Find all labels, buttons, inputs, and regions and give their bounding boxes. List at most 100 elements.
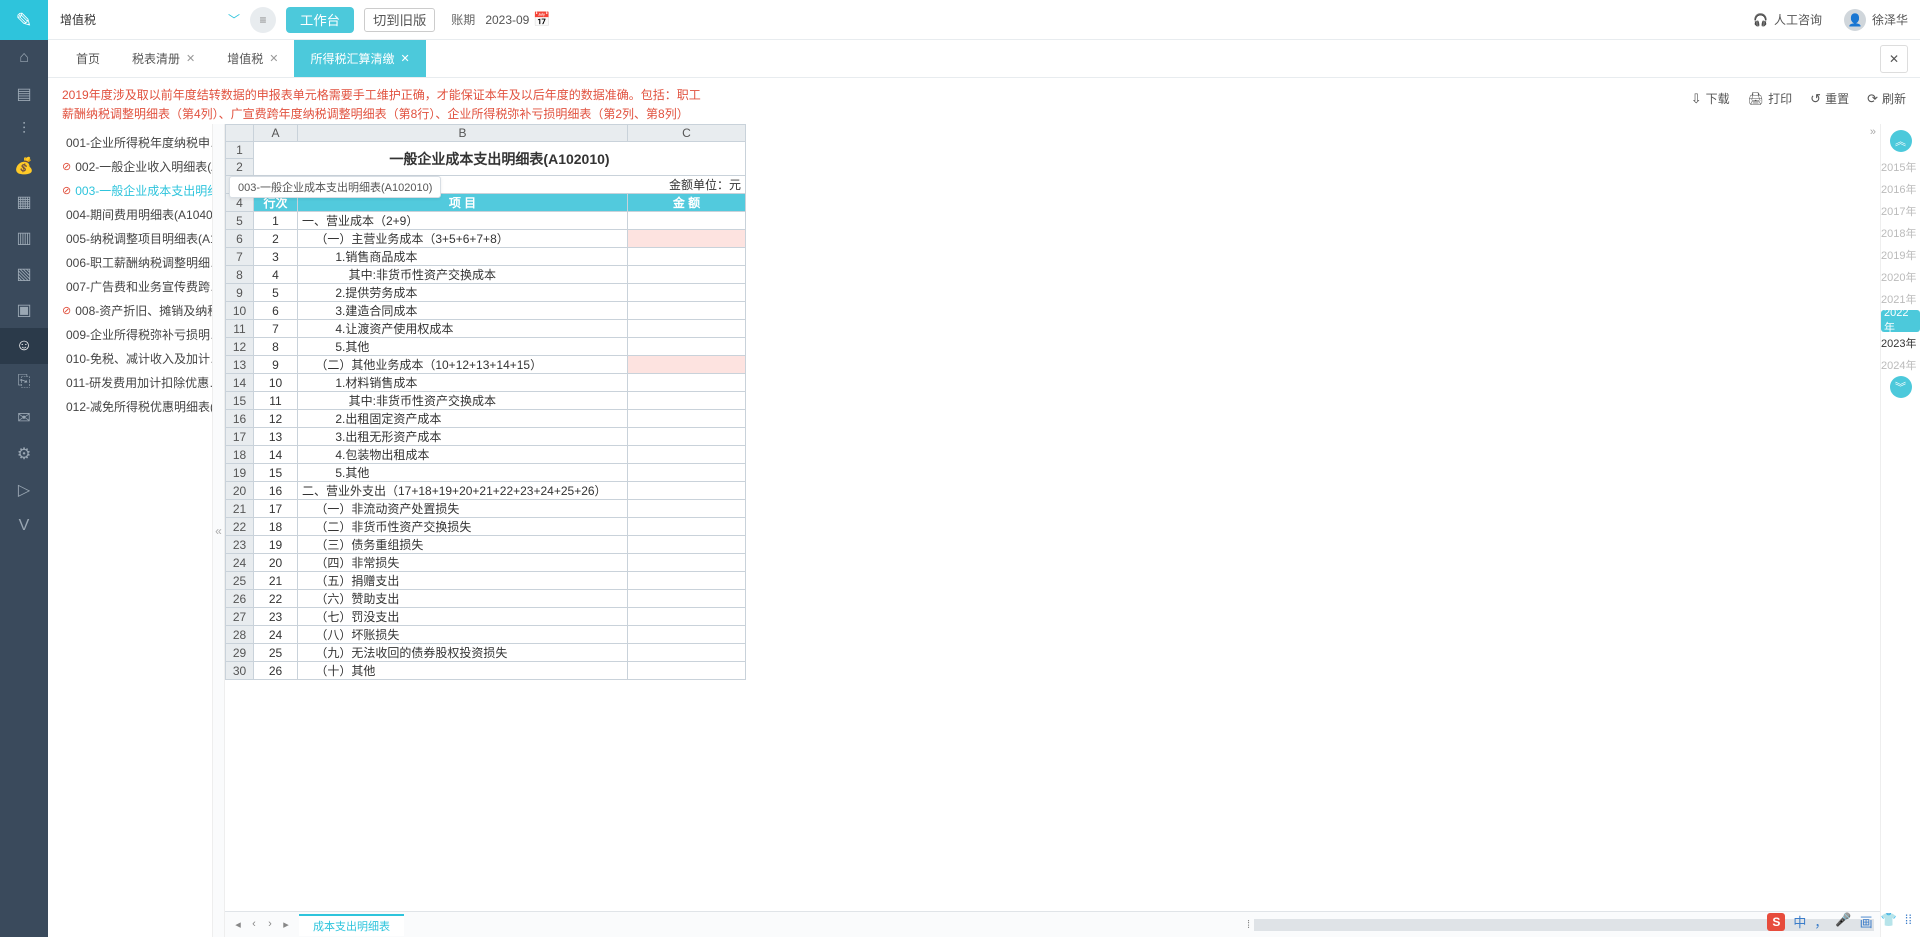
nav-bag[interactable]: 💰	[0, 148, 48, 184]
app-logo[interactable]: ✎	[0, 0, 48, 40]
form-list-item[interactable]: 007-广告费和业务宣传费跨…	[48, 274, 212, 298]
ime-item[interactable]: ⁞⁞	[1905, 912, 1912, 931]
form-list-item[interactable]: ⊘008-资产折旧、摊销及纳税…	[48, 298, 212, 322]
reset-button[interactable]: ↺重置	[1810, 90, 1849, 107]
tax-type-dropdown[interactable]: 增值税 ﹀	[60, 11, 240, 28]
toggle-circle-button[interactable]: ≡	[250, 7, 276, 33]
table-row[interactable]: 2925 （九）无法收回的债券股权投资损失	[226, 644, 746, 662]
table-row[interactable]: 2622 （六）赞助支出	[226, 590, 746, 608]
table-row[interactable]: 1612 2.出租固定资产成本	[226, 410, 746, 428]
form-list-item[interactable]: 006-职工薪酬纳税调整明细…	[48, 250, 212, 274]
refresh-button[interactable]: ⟳刷新	[1867, 90, 1906, 107]
form-list-item[interactable]: 005-纳税调整项目明细表(A1…	[48, 226, 212, 250]
ime-item[interactable]: 画	[1860, 912, 1873, 931]
table-row[interactable]: 2824 （八）坏账损失	[226, 626, 746, 644]
table-row[interactable]: 2521 （五）捐赠支出	[226, 572, 746, 590]
close-icon[interactable]: ✕	[269, 52, 278, 65]
nav-chart[interactable]: ⫶	[0, 112, 48, 148]
ime-item[interactable]: ，	[1814, 912, 1827, 931]
form-list-item[interactable]: ⊘002-一般企业收入明细表(A…	[48, 154, 212, 178]
ime-item[interactable]: 👕	[1881, 912, 1897, 931]
download-button[interactable]: ⇩下载	[1691, 90, 1730, 107]
year-option[interactable]: 2018年	[1881, 222, 1920, 244]
nav-home[interactable]: ⌂	[0, 40, 48, 76]
year-option[interactable]: 2019年	[1881, 244, 1920, 266]
table-row[interactable]: 106 3.建造合同成本	[226, 302, 746, 320]
table-row[interactable]: 1713 3.出租无形资产成本	[226, 428, 746, 446]
spreadsheet-area[interactable]: ABC1一般企业成本支出明细表(A102010)23金额单位：元4行次项 目金 …	[225, 124, 1880, 911]
year-option[interactable]: 2022年	[1881, 310, 1920, 332]
sheet-nav-first[interactable]: ◂	[231, 918, 245, 931]
form-list-item[interactable]: 010-免税、减计收入及加计…	[48, 346, 212, 370]
nav-grid[interactable]: ▥	[0, 220, 48, 256]
close-icon[interactable]: ✕	[401, 52, 410, 65]
form-list-item[interactable]: 009-企业所得税弥补亏损明…	[48, 322, 212, 346]
nav-doc[interactable]: ▤	[0, 76, 48, 112]
table-row[interactable]: 1511 其中:非货币性资产交换成本	[226, 392, 746, 410]
tab-增值税[interactable]: 增值税 ✕	[211, 40, 294, 77]
year-option[interactable]: 2017年	[1881, 200, 1920, 222]
nav-star[interactable]: ☺	[0, 328, 48, 364]
nav-gear[interactable]: ⚙	[0, 436, 48, 472]
year-option[interactable]: 2020年	[1881, 266, 1920, 288]
year-scroll-up[interactable]: ︽	[1890, 130, 1912, 152]
table-row[interactable]: 2218 （二）非货币性资产交换损失	[226, 518, 746, 536]
sheet-nav-prev[interactable]: ‹	[247, 918, 261, 931]
form-list-item[interactable]: 001-企业所得税年度纳税申…	[48, 130, 212, 154]
form-list-item[interactable]: 011-研发费用加计扣除优惠…	[48, 370, 212, 394]
collapse-list-handle[interactable]: «	[213, 124, 225, 937]
table-row[interactable]: 62 （一）主营业务成本（3+5+6+7+8）	[226, 230, 746, 248]
tab-label: 增值税	[227, 50, 263, 67]
table-row[interactable]: 117 4.让渡资产使用权成本	[226, 320, 746, 338]
table-row[interactable]: 1915 5.其他	[226, 464, 746, 482]
year-option[interactable]: 2015年	[1881, 156, 1920, 178]
table-row[interactable]: 2319 （三）债务重组损失	[226, 536, 746, 554]
close-icon[interactable]: ✕	[186, 52, 195, 65]
table-row[interactable]: 1410 1.材料销售成本	[226, 374, 746, 392]
table-row[interactable]: 84 其中:非货币性资产交换成本	[226, 266, 746, 284]
nav-play[interactable]: ▷	[0, 472, 48, 508]
sheet-tab[interactable]: 成本支出明细表	[299, 914, 404, 936]
table-row[interactable]: 128 5.其他	[226, 338, 746, 356]
ime-logo-icon[interactable]: S	[1767, 913, 1785, 931]
ime-item[interactable]: 中	[1793, 912, 1806, 931]
sheet-nav-next[interactable]: ›	[263, 918, 277, 931]
year-option[interactable]: 2016年	[1881, 178, 1920, 200]
list-item-label: 009-企业所得税弥补亏损明…	[66, 326, 212, 343]
switch-old-version-button[interactable]: 切到旧版	[364, 8, 435, 32]
table-row[interactable]: 1814 4.包装物出租成本	[226, 446, 746, 464]
form-list-item[interactable]: ⊘003-一般企业成本支出明细…	[48, 178, 212, 202]
year-option[interactable]: 2023年	[1881, 332, 1920, 354]
nav-grid2[interactable]: ▧	[0, 256, 48, 292]
table-row[interactable]: 51一、营业成本（2+9）	[226, 212, 746, 230]
table-row[interactable]: 139 （二）其他业务成本（10+12+13+14+15）	[226, 356, 746, 374]
tab-税表清册[interactable]: 税表清册✕	[116, 40, 211, 77]
nav-v[interactable]: V	[0, 508, 48, 544]
form-list-item[interactable]: 012-减免所得税优惠明细表(…	[48, 394, 212, 418]
user-menu[interactable]: 👤 徐泽华	[1844, 9, 1908, 31]
ime-item[interactable]: 🎤	[1835, 912, 1851, 931]
print-button[interactable]: 🖨打印	[1748, 90, 1793, 107]
close-all-tabs-button[interactable]: ✕	[1880, 45, 1908, 73]
tab-所得税汇算清缴[interactable]: 所得税汇算清缴✕	[294, 40, 425, 77]
tab-首页[interactable]: 首页	[60, 40, 116, 77]
workbench-button[interactable]: 工作台	[286, 7, 354, 33]
table-row[interactable]: 73 1.销售商品成本	[226, 248, 746, 266]
table-row[interactable]: 2117 （一）非流动资产处置损失	[226, 500, 746, 518]
table-row[interactable]: 2420 （四）非常损失	[226, 554, 746, 572]
year-option[interactable]: 2024年	[1881, 354, 1920, 376]
table-row[interactable]: 3026 （十）其他	[226, 662, 746, 680]
nav-inbox[interactable]: ⎘	[0, 364, 48, 400]
expand-sheet-handle[interactable]: »	[1870, 126, 1876, 138]
manual-consult-button[interactable]: 🎧 人工咨询	[1753, 11, 1822, 28]
table-row[interactable]: 2016二、营业外支出（17+18+19+20+21+22+23+24+25+2…	[226, 482, 746, 500]
period-picker[interactable]: 2023-09 📅	[485, 11, 550, 28]
table-row[interactable]: 95 2.提供劳务成本	[226, 284, 746, 302]
sheet-nav-last[interactable]: ▸	[279, 918, 293, 931]
form-list-item[interactable]: 004-期间费用明细表(A1040…	[48, 202, 212, 226]
table-row[interactable]: 2723 （七）罚没支出	[226, 608, 746, 626]
nav-mail[interactable]: ✉	[0, 400, 48, 436]
nav-card[interactable]: ▦	[0, 184, 48, 220]
nav-dash[interactable]: ▣	[0, 292, 48, 328]
year-scroll-down[interactable]: ︾	[1890, 376, 1912, 398]
